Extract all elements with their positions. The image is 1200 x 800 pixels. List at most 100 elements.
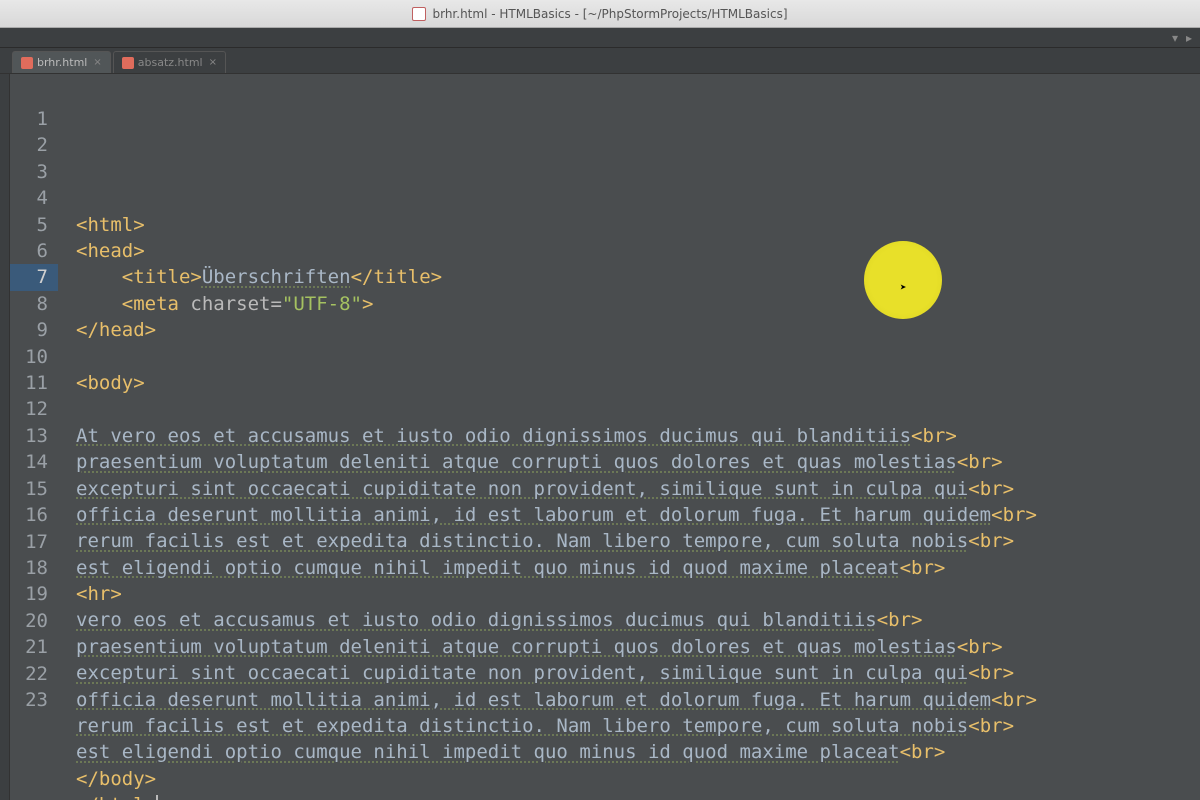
code-line[interactable]: officia deserunt mollitia animi, id est … [76, 502, 1200, 528]
syntax-tag: <html> [76, 214, 145, 236]
main-toolbar: ▾ ▸ [0, 28, 1200, 48]
syntax-attr-value: "UTF-8" [282, 293, 362, 315]
syntax-text: excepturi sint occaecati cupiditate non … [76, 478, 968, 500]
code-line[interactable]: </body> [76, 766, 1200, 792]
line-number: 4 [10, 185, 58, 211]
syntax-tag: <br> [911, 425, 957, 447]
code-line[interactable] [76, 344, 1200, 370]
tab-brhr[interactable]: brhr.html × [12, 51, 111, 73]
line-number: 5 [10, 212, 58, 238]
line-number: 14 [10, 449, 58, 475]
syntax-tag: <br> [991, 504, 1037, 526]
code-line[interactable]: <meta charset="UTF-8"> [76, 291, 1200, 317]
editor: 1234567891011121314151617181920212223 ➤ … [0, 74, 1200, 800]
code-line[interactable]: rerum facilis est et expedita distinctio… [76, 713, 1200, 739]
line-number: 3 [10, 159, 58, 185]
code-line[interactable]: est eligendi optio cumque nihil impedit … [76, 739, 1200, 765]
close-icon[interactable]: × [209, 57, 217, 68]
dropdown-icon[interactable]: ▾ [1172, 31, 1178, 45]
syntax-text: officia deserunt mollitia animi, id est … [76, 504, 991, 526]
syntax-text: rerum facilis est et expedita distinctio… [76, 715, 968, 737]
syntax-text: rerum facilis est et expedita distinctio… [76, 530, 968, 552]
syntax-attr-name: charset= [190, 293, 282, 315]
code-line[interactable]: praesentium voluptatum deleniti atque co… [76, 634, 1200, 660]
syntax-text: est eligendi optio cumque nihil impedit … [76, 741, 900, 763]
code-line[interactable]: <body> [76, 370, 1200, 396]
line-number: 19 [10, 581, 58, 607]
syntax-text: praesentium voluptatum deleniti atque co… [76, 636, 957, 658]
code-line[interactable] [76, 396, 1200, 422]
run-icon[interactable]: ▸ [1186, 31, 1192, 45]
syntax-tag: > [362, 293, 373, 315]
syntax-text: est eligendi optio cumque nihil impedit … [76, 557, 900, 579]
code-line[interactable]: At vero eos et accusamus et iusto odio d… [76, 423, 1200, 449]
syntax-tag: <br> [900, 557, 946, 579]
syntax-text: praesentium voluptatum deleniti atque co… [76, 451, 957, 473]
code-line[interactable]: <head> [76, 238, 1200, 264]
line-number: 8 [10, 291, 58, 317]
line-number: 12 [10, 396, 58, 422]
syntax-tag: <br> [957, 636, 1003, 658]
line-number: 2 [10, 132, 58, 158]
syntax-text: vero eos et accusamus et iusto odio dign… [76, 609, 877, 631]
line-number: 10 [10, 344, 58, 370]
syntax-tag: <br> [968, 662, 1014, 684]
code-line[interactable]: <title>Überschriften</title> [76, 264, 1200, 290]
syntax-tag: <meta [122, 293, 191, 315]
syntax-tag: </head> [76, 319, 156, 341]
syntax-text: Überschriften [202, 266, 351, 288]
line-number: 9 [10, 317, 58, 343]
code-line[interactable]: excepturi sint occaecati cupiditate non … [76, 476, 1200, 502]
syntax-tag: <br> [957, 451, 1003, 473]
code-line[interactable]: rerum facilis est et expedita distinctio… [76, 528, 1200, 554]
html-file-icon [21, 57, 33, 69]
line-number: 22 [10, 661, 58, 687]
window-titlebar: brhr.html - HTMLBasics - [~/PhpStormProj… [0, 0, 1200, 28]
code-line[interactable]: officia deserunt mollitia animi, id est … [76, 687, 1200, 713]
syntax-text: At vero eos et accusamus et iusto odio d… [76, 425, 911, 447]
code-line[interactable]: vero eos et accusamus et iusto odio dign… [76, 607, 1200, 633]
line-number: 15 [10, 476, 58, 502]
code-line[interactable]: praesentium voluptatum deleniti atque co… [76, 449, 1200, 475]
line-number: 21 [10, 634, 58, 660]
syntax-tag: </html> [76, 794, 156, 800]
window-title: brhr.html - HTMLBasics - [~/PhpStormProj… [432, 7, 787, 21]
syntax-tag: <br> [968, 478, 1014, 500]
code-line[interactable]: <hr> [76, 581, 1200, 607]
tab-label: brhr.html [37, 56, 87, 69]
syntax-tag: <br> [968, 530, 1014, 552]
syntax-tag: <head> [76, 240, 145, 262]
tab-absatz[interactable]: absatz.html × [113, 51, 226, 73]
syntax-tag: <br> [968, 715, 1014, 737]
editor-tabbar: brhr.html × absatz.html × [0, 48, 1200, 74]
syntax-tag: <title> [122, 266, 202, 288]
html-file-icon [122, 57, 134, 69]
line-number: 6 [10, 238, 58, 264]
line-number: 18 [10, 555, 58, 581]
syntax-tag: <br> [900, 741, 946, 763]
syntax-tag: <body> [76, 372, 145, 394]
line-number: 23 [10, 687, 58, 713]
code-area[interactable]: ➤ <html><head> <title>Überschriften</tit… [58, 74, 1200, 800]
file-icon [412, 7, 426, 21]
syntax-tag: </title> [351, 266, 443, 288]
code-line[interactable]: </head> [76, 317, 1200, 343]
code-line[interactable]: est eligendi optio cumque nihil impedit … [76, 555, 1200, 581]
line-number: 20 [10, 608, 58, 634]
project-tool-strip[interactable] [0, 74, 10, 800]
syntax-tag: <hr> [76, 583, 122, 605]
syntax-tag: <br> [877, 609, 923, 631]
line-number: 11 [10, 370, 58, 396]
line-number: 17 [10, 529, 58, 555]
code-line[interactable]: excepturi sint occaecati cupiditate non … [76, 660, 1200, 686]
line-number: 16 [10, 502, 58, 528]
line-number: 13 [10, 423, 58, 449]
syntax-text: excepturi sint occaecati cupiditate non … [76, 662, 968, 684]
code-line[interactable]: </html> [76, 792, 1200, 800]
text-caret [156, 795, 158, 800]
line-number: 7 [10, 264, 58, 290]
line-number: 1 [10, 106, 58, 132]
code-line[interactable]: <html> [76, 212, 1200, 238]
line-number-gutter: 1234567891011121314151617181920212223 [10, 74, 58, 800]
close-icon[interactable]: × [93, 57, 101, 68]
